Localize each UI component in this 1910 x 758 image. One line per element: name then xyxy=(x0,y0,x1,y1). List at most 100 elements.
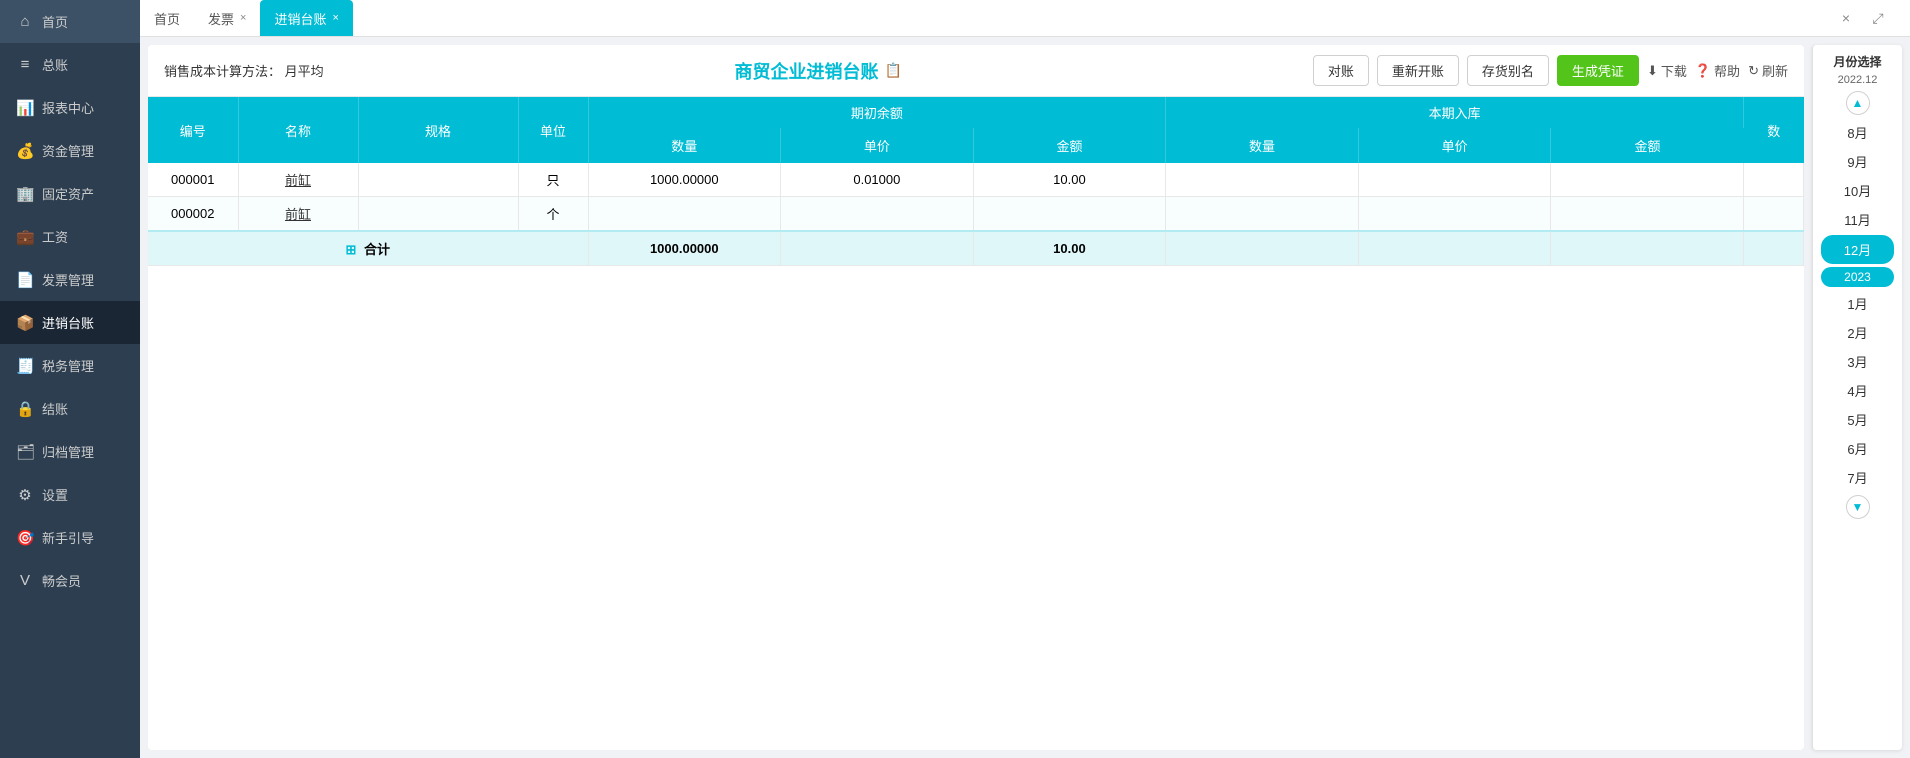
cell-name[interactable]: 前缸 xyxy=(238,197,358,232)
sidebar-item-invoice-mgmt[interactable]: 📄 发票管理 xyxy=(0,258,140,301)
generate-voucher-button[interactable]: 生成凭证 xyxy=(1557,55,1639,86)
th-code: 编号 xyxy=(148,97,238,163)
download-button[interactable]: ⬇ 下载 xyxy=(1647,61,1687,80)
reopen-button[interactable]: 重新开账 xyxy=(1377,55,1459,86)
sidebar-item-tax[interactable]: 🧾 税务管理 xyxy=(0,344,140,387)
tab-purchase-sale-close[interactable]: × xyxy=(332,12,338,24)
refresh-label: 刷新 xyxy=(1762,61,1788,80)
cell-inbound-price xyxy=(1358,197,1551,232)
th-extra: 数 xyxy=(1744,97,1804,163)
cell-name[interactable]: 前缸 xyxy=(238,163,358,197)
sidebar-item-vip[interactable]: V 畅会员 xyxy=(0,559,140,602)
refresh-button[interactable]: ↻ 刷新 xyxy=(1748,61,1788,80)
cell-inbound-qty xyxy=(1166,163,1359,197)
month-9-2022[interactable]: 9月 xyxy=(1813,147,1902,176)
total-inbound-amount xyxy=(1551,231,1744,266)
tab-home-label: 首页 xyxy=(154,9,180,28)
sidebar-item-archive[interactable]: 🗂 归档管理 xyxy=(0,430,140,473)
vip-icon: V xyxy=(16,572,34,589)
sidebar-item-payroll[interactable]: 💼 工资 xyxy=(0,215,140,258)
month-5-2023[interactable]: 5月 xyxy=(1813,405,1902,434)
purchase-sale-icon: 📦 xyxy=(16,314,34,332)
title-text: 商贸企业进销台账 xyxy=(735,58,879,84)
th-inbound-qty: 数量 xyxy=(1166,128,1359,163)
sidebar-item-label: 资金管理 xyxy=(42,141,94,160)
settings-icon: ⚙ xyxy=(16,486,34,504)
month-1-2023[interactable]: 1月 xyxy=(1813,289,1902,318)
sidebar-item-general-ledger[interactable]: ≡ 总账 xyxy=(0,43,140,86)
ledger-icon: ≡ xyxy=(16,56,34,73)
toolbar-actions: 对账 重新开账 存货别名 生成凭证 ⬇ 下载 ❓ 帮助 ↻ 刷新 xyxy=(1313,55,1788,86)
close-window-button[interactable]: × xyxy=(1834,6,1858,30)
scroll-down-button[interactable]: ▼ xyxy=(1846,495,1870,519)
sidebar-item-funds[interactable]: 💰 资金管理 xyxy=(0,129,140,172)
sidebar-item-fixed-assets[interactable]: 🏢 固定资产 xyxy=(0,172,140,215)
cell-opening-qty: 1000.00000 xyxy=(588,163,781,197)
sidebar-item-closing[interactable]: 🔒 结账 xyxy=(0,387,140,430)
refresh-icon: ↻ xyxy=(1748,63,1759,79)
sidebar-item-label: 固定资产 xyxy=(42,184,94,203)
top-bar: 销售成本计算方法： 月平均 商贸企业进销台账 📋 对账 重新开账 存货别名 生成… xyxy=(148,45,1804,97)
cell-inbound-price xyxy=(1358,163,1551,197)
content-area: 销售成本计算方法： 月平均 商贸企业进销台账 📋 对账 重新开账 存货别名 生成… xyxy=(140,37,1910,758)
th-opening-amount: 金额 xyxy=(973,128,1166,163)
sidebar-item-settings[interactable]: ⚙ 设置 xyxy=(0,473,140,516)
funds-icon: 💰 xyxy=(16,142,34,160)
month-7-2023[interactable]: 7月 xyxy=(1813,463,1902,492)
sidebar-item-home[interactable]: ⌂ 首页 xyxy=(0,0,140,43)
cell-unit: 只 xyxy=(518,163,588,197)
title-info-icon[interactable]: 📋 xyxy=(885,62,902,79)
month-12-2022[interactable]: 12月 xyxy=(1821,235,1894,264)
sidebar-item-guide[interactable]: 🎯 新手引导 xyxy=(0,516,140,559)
download-icon: ⬇ xyxy=(1647,63,1658,79)
month-11-2022[interactable]: 11月 xyxy=(1813,205,1902,234)
month-10-2022[interactable]: 10月 xyxy=(1813,176,1902,205)
sidebar-item-label: 进销台账 xyxy=(42,313,94,332)
total-opening-qty: 1000.00000 xyxy=(588,231,781,266)
scroll-up-button[interactable]: ▲ xyxy=(1846,91,1870,115)
download-label: 下载 xyxy=(1661,61,1687,80)
tab-home[interactable]: 首页 xyxy=(140,0,194,36)
table-row: 000002 前缸 个 xyxy=(148,197,1804,232)
maximize-window-button[interactable]: ⤢ xyxy=(1866,6,1890,30)
year-2022-label: 2022.12 xyxy=(1838,74,1878,86)
cell-code: 000001 xyxy=(148,163,238,197)
sidebar-item-label: 新手引导 xyxy=(42,528,94,547)
month-6-2023[interactable]: 6月 xyxy=(1813,434,1902,463)
save-alias-button[interactable]: 存货别名 xyxy=(1467,55,1549,86)
tab-invoice[interactable]: 发票 × xyxy=(194,0,260,36)
table-wrapper: 编号 名称 规格 单位 期初余额 本期入库 数 数量 单价 金额 数 xyxy=(148,97,1804,750)
total-icon: ⊞ xyxy=(345,242,356,257)
month-8-2022[interactable]: 8月 xyxy=(1813,118,1902,147)
cell-opening-amount: 10.00 xyxy=(973,163,1166,197)
cell-spec xyxy=(358,163,518,197)
sidebar-item-purchase-sale[interactable]: 📦 进销台账 xyxy=(0,301,140,344)
month-3-2023[interactable]: 3月 xyxy=(1813,347,1902,376)
cell-opening-price xyxy=(781,197,974,232)
tab-purchase-sale[interactable]: 进销台账 × xyxy=(260,0,352,36)
th-opening-qty: 数量 xyxy=(588,128,781,163)
tab-invoice-close[interactable]: × xyxy=(240,12,246,24)
sidebar-item-label: 结账 xyxy=(42,399,68,418)
closing-icon: 🔒 xyxy=(16,400,34,418)
sidebar-item-reports[interactable]: 📊 报表中心 xyxy=(0,86,140,129)
year-2023-badge: 2023 xyxy=(1821,267,1894,287)
table-row: 000001 前缸 只 1000.00000 0.01000 10.00 xyxy=(148,163,1804,197)
month-2-2023[interactable]: 2月 xyxy=(1813,318,1902,347)
sidebar-item-label: 税务管理 xyxy=(42,356,94,375)
reports-icon: 📊 xyxy=(16,99,34,117)
cell-inbound-amount xyxy=(1551,197,1744,232)
total-opening-amount: 10.00 xyxy=(973,231,1166,266)
reconcile-button[interactable]: 对账 xyxy=(1313,55,1369,86)
sidebar-item-label: 发票管理 xyxy=(42,270,94,289)
sidebar: ⌂ 首页 ≡ 总账 📊 报表中心 💰 资金管理 🏢 固定资产 💼 工资 📄 发票… xyxy=(0,0,140,758)
sidebar-item-label: 畅会员 xyxy=(42,571,81,590)
help-button[interactable]: ❓ 帮助 xyxy=(1695,61,1740,80)
total-inbound-price xyxy=(1358,231,1551,266)
cell-opening-qty xyxy=(588,197,781,232)
sidebar-item-label: 首页 xyxy=(42,12,68,31)
total-text: 合计 xyxy=(364,242,390,257)
th-spec: 规格 xyxy=(358,97,518,163)
month-4-2023[interactable]: 4月 xyxy=(1813,376,1902,405)
assets-icon: 🏢 xyxy=(16,185,34,203)
